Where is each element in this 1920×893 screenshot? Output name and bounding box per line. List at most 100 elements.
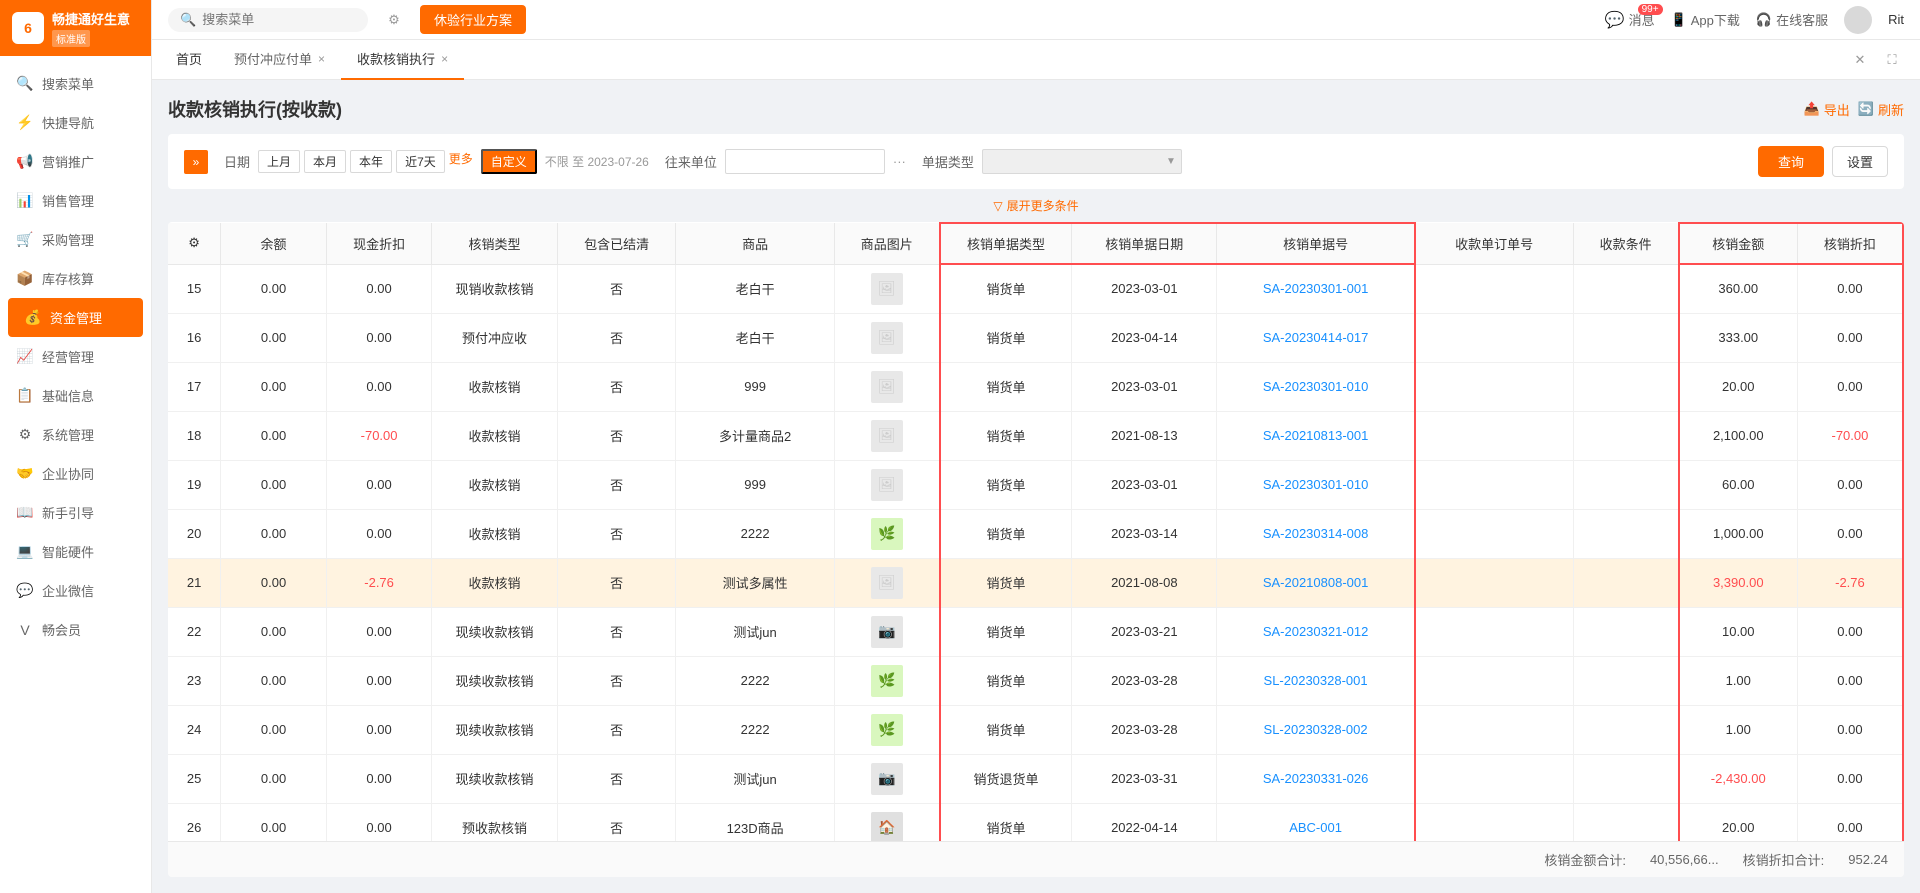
sidebar-item-purchase[interactable]: 🛒采购管理 [0,220,151,259]
date-last-month[interactable]: 上月 [258,150,300,173]
cell-receipt_order_no [1415,558,1573,607]
cell-balance: 0.00 [221,460,327,509]
cell-verify_bill_no[interactable]: SA-20230301-010 [1217,362,1415,411]
from-unit-input[interactable] [725,149,885,174]
cell-verify_bill_no[interactable]: SA-20230414-017 [1217,313,1415,362]
data-table-container: ⚙余额现金折扣核销类型包含已结清商品商品图片核销单据类型核销单据日期核销单据号收… [168,222,1904,877]
app-name: 畅捷通好生意 [52,9,130,28]
cell-goods: 999 [676,460,834,509]
query-button[interactable]: 查询 [1758,146,1824,177]
nav-icon-marketing: 📢 [16,153,34,171]
cell-settings: 20 [168,509,221,558]
cell-receipt_condition [1573,411,1679,460]
from-unit-dots[interactable]: ··· [893,154,906,169]
sidebar-item-quick-nav[interactable]: ⚡快捷导航 [0,103,151,142]
cell-balance: 0.00 [221,558,327,607]
nav-label-enterprise: 企业协同 [42,464,94,483]
cell-verify_type: 现续收款核销 [432,705,557,754]
col-header-settings: ⚙ [168,223,221,264]
cell-include_settled: 否 [557,558,676,607]
cell-verify_type: 现续收款核销 [432,656,557,705]
online-service-button[interactable]: 🎧 在线客服 [1756,10,1828,29]
cell-verify_bill_no[interactable]: ABC-001 [1217,803,1415,841]
industry-button[interactable]: 休验行业方案 [420,5,526,34]
date-this-month[interactable]: 本月 [304,150,346,173]
tab-bar: 首页预付冲应付单×收款核销执行× ✕ ⛶ [152,40,1920,80]
bill-type-select[interactable] [982,149,1182,174]
expand-tab-button[interactable]: ⛶ [1880,48,1904,72]
gear-button[interactable]: ⚙ [380,6,408,34]
cell-verify_bill_type: 销货单 [940,411,1072,460]
cell-receipt_condition [1573,362,1679,411]
nav-label-guide: 新手引导 [42,503,94,522]
date-7-days[interactable]: 近7天 [396,150,445,173]
cell-verify_bill_type: 销货退货单 [940,754,1072,803]
nav-icon-search: 🔍 [16,75,34,93]
cell-verify_discount: 0.00 [1797,362,1903,411]
cell-verify_type: 预收款核销 [432,803,557,841]
cell-cash_discount: 0.00 [326,705,432,754]
sidebar-item-hardware[interactable]: 💻智能硬件 [0,532,151,571]
tab-2[interactable]: 收款核销执行× [341,40,464,80]
sidebar-navigation: 🔍搜索菜单⚡快捷导航📢营销推广📊销售管理🛒采购管理📦库存核算💰资金管理📈经营管理… [0,56,151,893]
refresh-button[interactable]: 🔄 刷新 [1858,100,1904,119]
close-tab-button[interactable]: ✕ [1848,48,1872,72]
cell-verify_bill_no[interactable]: SA-20230301-001 [1217,264,1415,313]
header-search-box[interactable]: 🔍 [168,8,368,32]
settings-button[interactable]: 设置 [1832,146,1888,177]
cell-verify_discount: -2.76 [1797,558,1903,607]
sidebar-item-member[interactable]: V畅会员 [0,610,151,649]
search-input[interactable] [202,12,342,27]
cell-verify_bill_no[interactable]: SA-20230301-010 [1217,460,1415,509]
expand-more-button[interactable]: ▽ 展开更多条件 [993,197,1078,214]
cell-verify_bill_no[interactable]: SL-20230328-001 [1217,656,1415,705]
cell-verify_bill_type: 销货单 [940,264,1072,313]
cell-verify_bill_no[interactable]: SA-20230331-026 [1217,754,1415,803]
table-row: 220.000.00现续收款核销否测试jun📷销货单2023-03-21SA-2… [168,607,1903,656]
col-header-include_settled: 包含已结清 [557,223,676,264]
sidebar-item-guide[interactable]: 📖新手引导 [0,493,151,532]
app-download-button[interactable]: 📱 App下载 [1671,10,1740,29]
filter-toggle-button[interactable]: » [184,150,208,174]
tab-close-2[interactable]: × [441,52,448,66]
sidebar-item-basic-info[interactable]: 📋基础信息 [0,376,151,415]
cell-verify_bill_no[interactable]: SL-20230328-002 [1217,705,1415,754]
messages-button[interactable]: 💬 消息 99+ [1605,10,1655,30]
date-more-button[interactable]: 更多 [449,150,473,173]
cell-goods_img: 🌿 [834,509,940,558]
tab-0[interactable]: 首页 [160,40,218,80]
cell-settings: 25 [168,754,221,803]
user-avatar[interactable] [1844,6,1872,34]
cell-verify_amount: 360.00 [1679,264,1798,313]
sidebar-item-marketing[interactable]: 📢营销推广 [0,142,151,181]
table-scroll-area[interactable]: ⚙余额现金折扣核销类型包含已结清商品商品图片核销单据类型核销单据日期核销单据号收… [168,222,1904,841]
cell-verify_amount: 20.00 [1679,803,1798,841]
nav-icon-enterprise: 🤝 [16,465,34,483]
date-custom-button[interactable]: 自定义 [481,149,537,174]
cell-goods_img: 📷 [834,754,940,803]
sidebar-item-inventory[interactable]: 📦库存核算 [0,259,151,298]
sidebar-item-enterprise[interactable]: 🤝 企业协同 [0,454,151,493]
cell-receipt_order_no [1415,607,1573,656]
cell-verify_bill_no[interactable]: SA-20230321-012 [1217,607,1415,656]
cell-verify_bill_no[interactable]: SA-20230314-008 [1217,509,1415,558]
cell-verify_discount: 0.00 [1797,509,1903,558]
sidebar-item-operation[interactable]: 📈经营管理 [0,337,151,376]
sidebar-item-system[interactable]: ⚙系统管理 [0,415,151,454]
sidebar-item-search[interactable]: 🔍搜索菜单 [0,64,151,103]
sidebar-item-sales[interactable]: 📊销售管理 [0,181,151,220]
nav-icon-purchase: 🛒 [16,231,34,249]
cell-verify_bill_no[interactable]: SA-20210808-001 [1217,558,1415,607]
cell-settings: 21 [168,558,221,607]
table-row: 260.000.00预收款核销否123D商品🏠销货单2022-04-14ABC-… [168,803,1903,841]
sidebar-item-finance[interactable]: 💰资金管理 [8,298,143,337]
tab-close-1[interactable]: × [318,52,325,66]
export-button[interactable]: 📤 导出 [1804,100,1850,119]
cell-settings: 24 [168,705,221,754]
date-this-year[interactable]: 本年 [350,150,392,173]
cell-verify_bill_no[interactable]: SA-20210813-001 [1217,411,1415,460]
tab-1[interactable]: 预付冲应付单× [218,40,341,80]
cell-verify_amount: 1.00 [1679,705,1798,754]
sidebar-item-wechat[interactable]: 💬企业微信 [0,571,151,610]
cell-verify_bill_type: 销货单 [940,362,1072,411]
